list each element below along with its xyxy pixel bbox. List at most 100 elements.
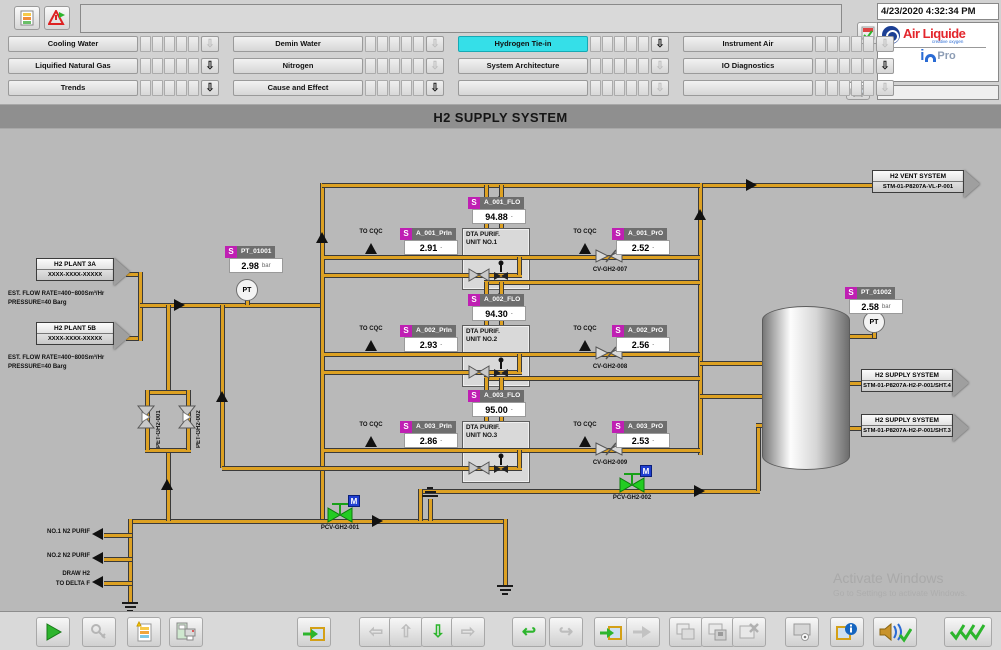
nav-indicator-cell [140, 80, 151, 96]
display-visibility-button[interactable] [785, 617, 819, 647]
to-cqc-label: TO CQC [573, 326, 597, 332]
nav-system-architecture[interactable]: System Architecture [458, 58, 588, 74]
tag-prin[interactable]: S A_002_PrIn 2.93- [400, 325, 458, 352]
nav-grid: Cooling Water ⇩ Demin Water ⇩ Hydrogen Tie… [8, 36, 894, 102]
pipe [324, 352, 700, 357]
dest-h2-supply-sht3[interactable]: H2 SUPPLY SYSTEM STM-01-P8207A-H2-P-001/… [861, 414, 969, 442]
pipe [104, 557, 132, 562]
pipe [517, 257, 522, 275]
tag-pro[interactable]: S A_001_PrO 2.52- [612, 228, 670, 255]
pipe [128, 519, 508, 524]
tag-flo[interactable]: S A_001_FLO 94.88- [468, 197, 526, 224]
nav-down-arrow-icon[interactable]: ⇩ [426, 80, 444, 96]
display-next-icon [633, 626, 651, 638]
source-h2-plant-5b[interactable]: H2 PLANT 5B XXXX-XXXX-XXXXX [36, 322, 130, 350]
tag-pt-01002[interactable]: S PT_01002 2.58 bar [845, 287, 903, 314]
nav-down-arrow-icon[interactable]: ⇩ [201, 36, 219, 52]
tag-pro[interactable]: S A_002_PrO 2.56- [612, 325, 670, 352]
nav-down-arrow-icon[interactable]: ⇩ [201, 58, 219, 74]
nav-indicator-cell [389, 58, 400, 74]
filter-valve-icon[interactable] [177, 404, 197, 430]
nav-cooling-water[interactable]: Cooling Water [8, 36, 138, 52]
redo-display-button[interactable]: ↪ [549, 617, 583, 647]
motor-indicator: M [348, 495, 360, 507]
pipe [484, 376, 700, 381]
nav-cause-and-effect[interactable]: Cause and Effect [233, 80, 363, 96]
nav-down-arrow-icon[interactable]: ⇩ [651, 58, 669, 74]
manual-valve-icon[interactable] [468, 365, 490, 379]
nav-indicator-cell [827, 58, 838, 74]
tag-flo[interactable]: S A_003_FLO 95.00- [468, 390, 526, 417]
buffer-vessel[interactable] [762, 306, 850, 470]
valve-label: PCV-GH2-002 [612, 495, 652, 501]
nav-io-diagnostics[interactable]: IO Diagnostics [683, 58, 813, 74]
nav-trends[interactable]: Trends [8, 80, 138, 96]
dest-h2-supply-sht4[interactable]: H2 SUPPLY SYSTEM STM-01-P8207A-H2-P-001/… [861, 369, 969, 397]
source-flow-note: EST. FLOW RATE=400~800Sm³/Hr [8, 291, 105, 297]
nav-down-arrow-icon[interactable]: ⇩ [651, 36, 669, 52]
manual-valve-icon[interactable] [468, 461, 490, 475]
nav-nitrogen[interactable]: Nitrogen [233, 58, 363, 74]
window-close-button[interactable] [732, 617, 766, 647]
nav-indicator-cell [377, 58, 388, 74]
display-forward-button[interactable] [594, 617, 628, 647]
nav-demin-water[interactable]: Demin Water [233, 36, 363, 52]
run-button[interactable] [36, 617, 70, 647]
nav-indicator-cell [827, 36, 838, 52]
alarm-banner[interactable] [80, 4, 842, 33]
display-info-button[interactable] [830, 617, 864, 647]
nav-down-arrow-icon[interactable]: ⇩ [201, 80, 219, 96]
undo-display-button[interactable]: ↩ [512, 617, 546, 647]
globe-valve-icon[interactable] [492, 260, 510, 282]
branch-label: TO DELTA F [55, 581, 90, 587]
flow-arrow-icon [579, 243, 591, 254]
nav-hydrogen-tie-in[interactable]: Hydrogen Tie-in [458, 36, 588, 52]
navigate-down-button[interactable]: ⇩ [421, 617, 455, 647]
window-save-button[interactable] [701, 617, 735, 647]
nav-down-arrow-icon[interactable]: ⇩ [876, 58, 894, 74]
navigate-right-button[interactable]: ⇨ [451, 617, 485, 647]
nav-indicator-cell [815, 80, 826, 96]
navigate-left-icon: ⇦ [368, 622, 384, 641]
run-icon [46, 623, 63, 641]
pipe [428, 499, 433, 521]
window-cascade-button[interactable] [669, 617, 703, 647]
report-button[interactable] [14, 6, 40, 30]
dest-h2-vent-system[interactable]: H2 VENT SYSTEM STM-01-P8207A-VL-P-001 [872, 170, 980, 198]
pipe [503, 519, 508, 585]
tag-pro[interactable]: S A_003_PrO 2.53- [612, 421, 670, 448]
report-icon [20, 10, 34, 26]
navigate-up-button[interactable]: ⇧ [389, 617, 423, 647]
globe-valve-icon[interactable] [492, 357, 510, 379]
manual-valve-icon[interactable] [468, 268, 490, 282]
nav-down-arrow-icon[interactable]: ⇩ [426, 58, 444, 74]
nav-indicator-cell [839, 80, 850, 96]
print-setup-icon [176, 622, 196, 641]
flow-arrow-icon [92, 528, 103, 540]
tag-flo[interactable]: S A_002_FLO 94.30- [468, 294, 526, 321]
alarm-summary-button[interactable] [44, 6, 70, 30]
nav-down-arrow-icon: ⇩ [651, 80, 669, 96]
nav-down-arrow-icon[interactable]: ⇩ [426, 36, 444, 52]
print-setup-button[interactable] [169, 617, 203, 647]
source-h2-plant-3a[interactable]: H2 PLANT 3A XXXX-XXXX-XXXXX [36, 258, 130, 286]
pipe [484, 183, 700, 188]
nav-indicator-cell [152, 36, 163, 52]
tag-prin[interactable]: S A_003_PrIn 2.86- [400, 421, 458, 448]
key-button[interactable] [82, 617, 116, 647]
source-flow-note: EST. FLOW RATE=400~800Sm³/Hr [8, 355, 105, 361]
display-next-button[interactable] [626, 617, 660, 647]
alarm-sound-ack-button[interactable] [873, 617, 917, 647]
tag-prin[interactable]: S A_001_PrIn 2.91- [400, 228, 458, 255]
filter-valve-icon[interactable] [136, 404, 156, 430]
globe-valve-icon[interactable] [492, 453, 510, 475]
report-tool-button[interactable] [127, 617, 161, 647]
alarm-ack-all-button[interactable] [944, 617, 992, 647]
nav-instrument-air[interactable]: Instrument Air [683, 36, 813, 52]
nav-lng[interactable]: Liquified Natural Gas [8, 58, 138, 74]
export-display-button[interactable] [297, 617, 331, 647]
tag-pt-01001[interactable]: S PT_01001 2.98 bar [225, 246, 283, 273]
nav-down-arrow-icon[interactable]: ⇩ [876, 36, 894, 52]
nav-indicator-cell [140, 58, 151, 74]
navigate-left-button[interactable]: ⇦ [359, 617, 393, 647]
